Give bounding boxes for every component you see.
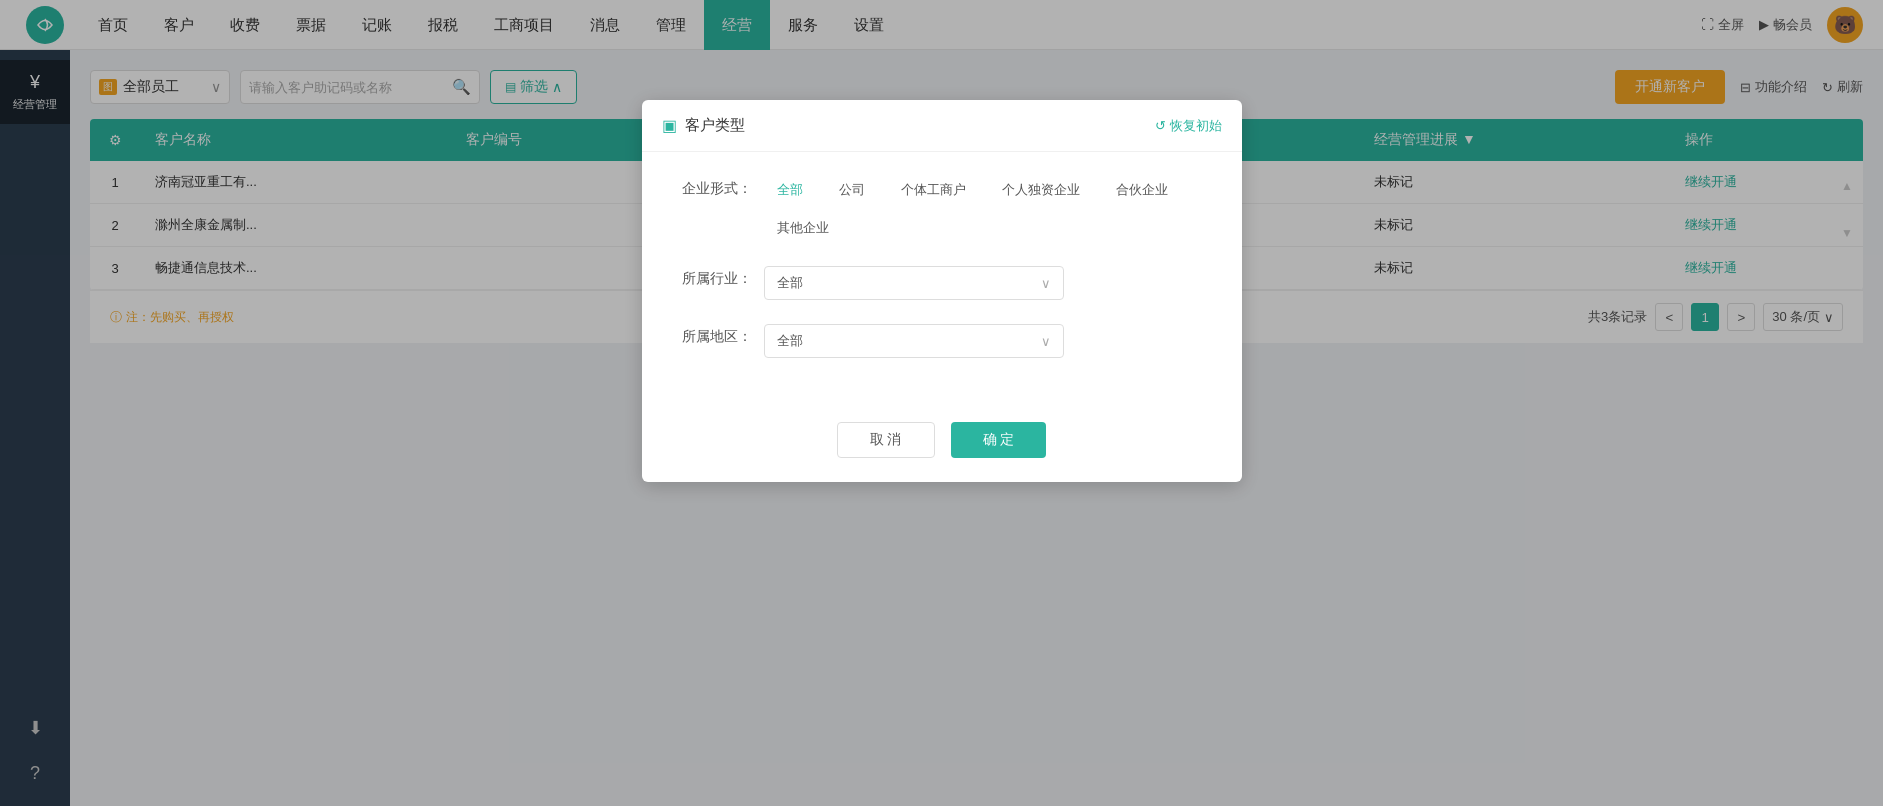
industry-select[interactable]: 全部 ∨ xyxy=(764,266,1064,300)
modal-footer: 取 消 确 定 xyxy=(642,406,1242,482)
reset-label: 恢复初始 xyxy=(1170,117,1222,135)
enterprise-option-0[interactable]: 全部 xyxy=(764,176,816,204)
cancel-button[interactable]: 取 消 xyxy=(837,422,935,458)
enterprise-option-5[interactable]: 其他企业 xyxy=(764,214,842,242)
industry-content: 全部 ∨ xyxy=(764,266,1212,300)
industry-value: 全部 xyxy=(777,274,803,292)
enterprise-option-1[interactable]: 公司 xyxy=(826,176,878,204)
modal-header: ▣ 客户类型 ↺ 恢复初始 xyxy=(642,100,1242,152)
reset-icon: ↺ xyxy=(1155,118,1166,133)
filter-modal: ▣ 客户类型 ↺ 恢复初始 企业形式： 全部公司个体工商户个人独资企业合伙企业其… xyxy=(642,100,1242,482)
enterprise-label: 企业形式： xyxy=(672,176,752,198)
region-value: 全部 xyxy=(777,332,803,350)
confirm-button[interactable]: 确 定 xyxy=(951,422,1047,458)
modal-reset-button[interactable]: ↺ 恢复初始 xyxy=(1155,117,1222,135)
modal-title: 客户类型 xyxy=(685,116,745,135)
region-select[interactable]: 全部 ∨ xyxy=(764,324,1064,358)
enterprise-option-4[interactable]: 合伙企业 xyxy=(1103,176,1181,204)
industry-arrow: ∨ xyxy=(1041,276,1051,291)
enterprise-form-row: 企业形式： 全部公司个体工商户个人独资企业合伙企业其他企业 xyxy=(672,176,1212,242)
region-form-row: 所属地区： 全部 ∨ xyxy=(672,324,1212,358)
modal-title-area: ▣ 客户类型 xyxy=(662,116,745,135)
modal-body: 企业形式： 全部公司个体工商户个人独资企业合伙企业其他企业 所属行业： 全部 ∨… xyxy=(642,152,1242,406)
enterprise-options: 全部公司个体工商户个人独资企业合伙企业其他企业 xyxy=(764,176,1212,242)
enterprise-option-2[interactable]: 个体工商户 xyxy=(888,176,979,204)
enterprise-option-3[interactable]: 个人独资企业 xyxy=(989,176,1093,204)
region-content: 全部 ∨ xyxy=(764,324,1212,358)
modal-title-icon: ▣ xyxy=(662,116,677,135)
region-arrow: ∨ xyxy=(1041,334,1051,349)
industry-form-row: 所属行业： 全部 ∨ xyxy=(672,266,1212,300)
region-label: 所属地区： xyxy=(672,324,752,346)
industry-label: 所属行业： xyxy=(672,266,752,288)
modal-overlay: ▣ 客户类型 ↺ 恢复初始 企业形式： 全部公司个体工商户个人独资企业合伙企业其… xyxy=(0,0,1883,806)
